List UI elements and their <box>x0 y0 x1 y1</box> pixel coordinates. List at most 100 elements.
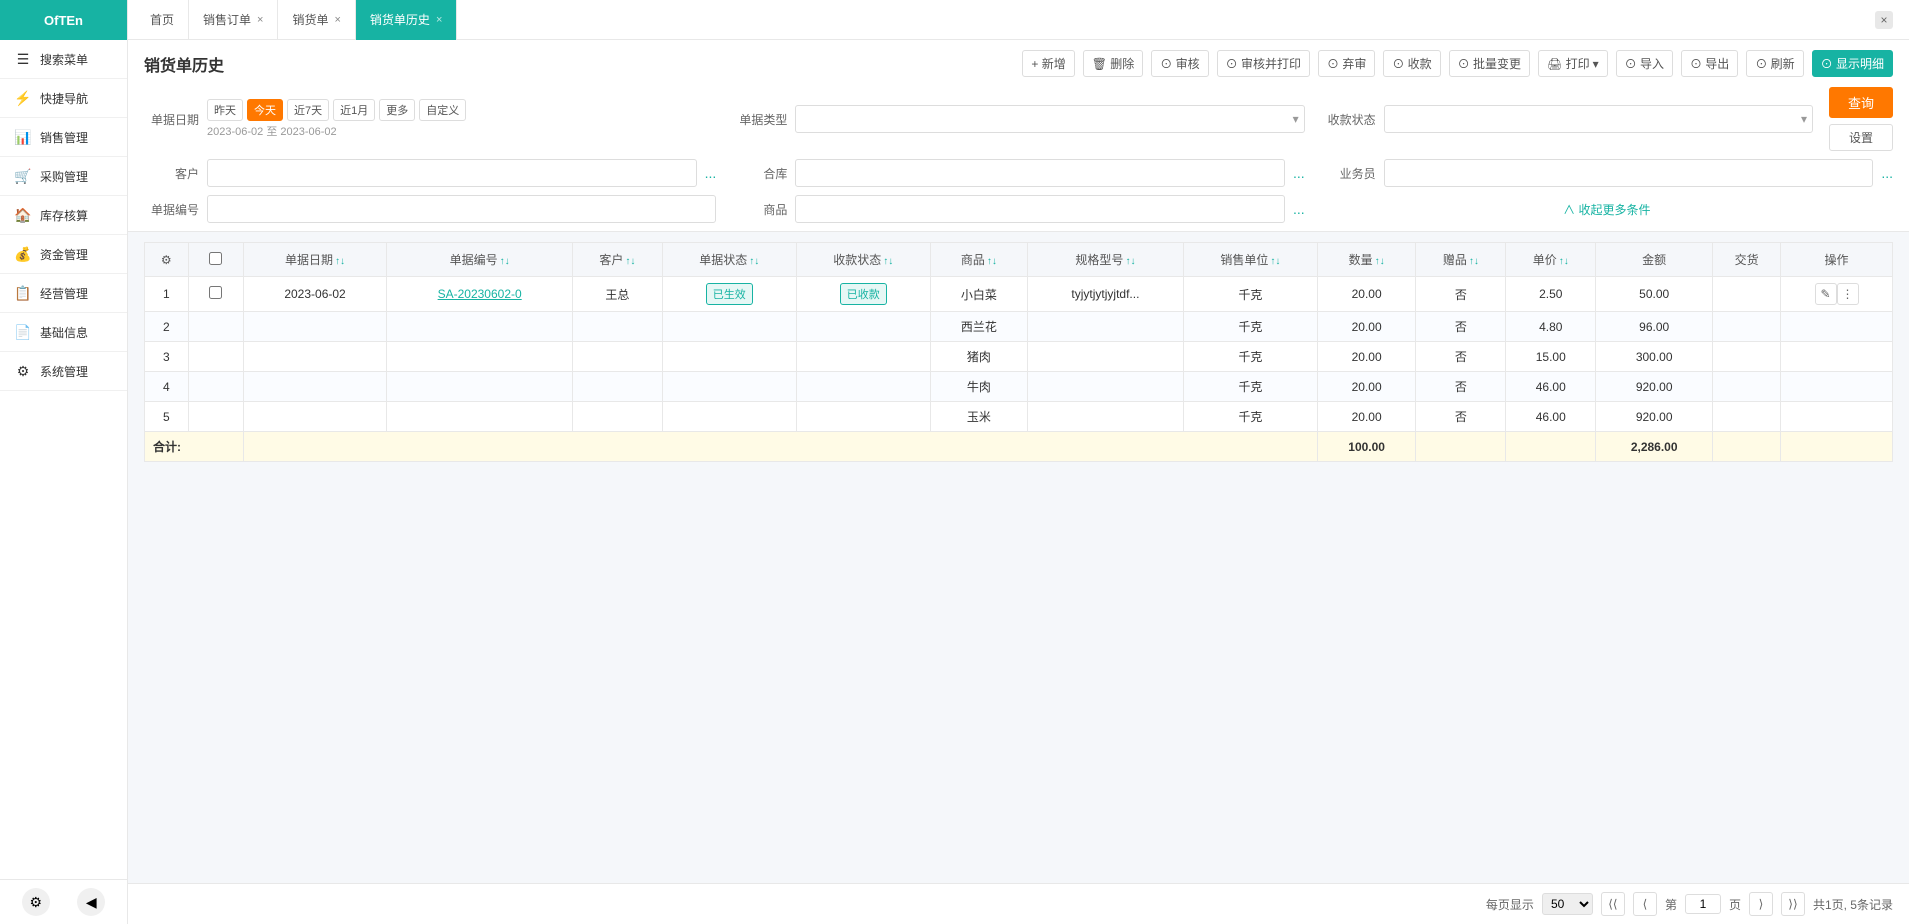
th-goods[interactable]: 商品↑↓ <box>930 243 1027 277</box>
cell-doc-no <box>387 342 572 372</box>
select-all-checkbox[interactable] <box>209 252 222 265</box>
tab-sales-goods[interactable]: 销货单 × <box>278 0 355 40</box>
doctype-select[interactable] <box>795 105 1304 133</box>
sidebar-item-ops-mgmt[interactable]: 📋 经营管理 <box>0 274 127 313</box>
salesperson-filter-label: 业务员 <box>1321 165 1376 182</box>
goods-dots-btn[interactable]: ... <box>1293 201 1305 217</box>
th-gift[interactable]: 赠品↑↓ <box>1416 243 1506 277</box>
th-unit-price[interactable]: 单价↑↓ <box>1506 243 1596 277</box>
cell-transaction <box>1713 342 1781 372</box>
sidebar-item-inventory[interactable]: 🏠 库存核算 <box>0 196 127 235</box>
sidebar-settings-btn[interactable]: ⚙ <box>22 888 50 916</box>
th-doc-status[interactable]: 单据状态↑↓ <box>662 243 796 277</box>
warehouse-input[interactable] <box>795 159 1285 187</box>
page-number-input[interactable] <box>1685 894 1721 914</box>
export-button[interactable]: ⊙ 导出 <box>1681 50 1738 77</box>
cell-action <box>1781 402 1893 432</box>
row-checkbox[interactable] <box>209 286 222 299</box>
warehouse-dots-btn[interactable]: ... <box>1293 165 1305 181</box>
th-spec[interactable]: 规格型号↑↓ <box>1027 243 1183 277</box>
query-button[interactable]: 查询 <box>1829 87 1893 118</box>
cell-unit-price: 46.00 <box>1506 402 1596 432</box>
th-qty[interactable]: 数量↑↓ <box>1317 243 1416 277</box>
salesperson-dots-btn[interactable]: ... <box>1881 165 1893 181</box>
add-button[interactable]: + 新增 <box>1022 50 1074 77</box>
sidebar-item-quick-nav[interactable]: ⚡ 快捷导航 <box>0 79 127 118</box>
tab-sales-order-close[interactable]: × <box>257 14 263 26</box>
doc-no-link[interactable]: SA-20230602-0 <box>438 287 522 301</box>
sidebar-item-sales-mgmt[interactable]: 📊 销售管理 <box>0 118 127 157</box>
date-today-btn[interactable]: 今天 <box>247 99 283 121</box>
topbar-close-btn[interactable]: × <box>1875 11 1893 29</box>
cell-action: ✎⋮ <box>1781 277 1893 312</box>
show-detail-button[interactable]: ⊙ 显示明细 <box>1812 50 1893 77</box>
sidebar-item-basic-info[interactable]: 📄 基础信息 <box>0 313 127 352</box>
date-filter-controls: 昨天 今天 近7天 近1月 更多 自定义 2023-06-02 至 2023-0… <box>207 99 716 139</box>
basic-info-icon: 📄 <box>14 323 32 341</box>
page-next-btn[interactable]: ⟩ <box>1749 892 1773 916</box>
tab-sales-order[interactable]: 销售订单 × <box>189 0 278 40</box>
date-last7-btn[interactable]: 近7天 <box>287 99 329 121</box>
warehouse-filter-label: 合库 <box>732 165 787 182</box>
cell-checkbox[interactable] <box>188 402 243 432</box>
abandon-button[interactable]: ⊙ 弃审 <box>1318 50 1375 77</box>
page-last-btn[interactable]: ⟩⟩ <box>1781 892 1805 916</box>
cell-collect-status: 已收款 <box>796 277 930 312</box>
date-custom-btn[interactable]: 自定义 <box>419 99 466 121</box>
cell-gift: 否 <box>1416 342 1506 372</box>
print-button[interactable]: 🖨 打印 ▾ <box>1538 50 1608 77</box>
delete-button[interactable]: 🗑 删除 <box>1083 50 1144 77</box>
docno-input[interactable] <box>207 195 716 223</box>
import-button[interactable]: ⊙ 导入 <box>1616 50 1673 77</box>
sys-mgmt-icon: ⚙ <box>14 362 32 380</box>
sidebar-item-label: 系统管理 <box>40 363 88 380</box>
th-doc-status-label: 单据状态 <box>699 253 747 267</box>
page-prev-btn[interactable]: ⟨ <box>1633 892 1657 916</box>
sidebar-item-sys-mgmt[interactable]: ⚙ 系统管理 <box>0 352 127 391</box>
edit-btn[interactable]: ✎ <box>1815 283 1837 305</box>
set-button[interactable]: 设置 <box>1829 124 1893 151</box>
audit-print-button[interactable]: ⊙ 审核并打印 <box>1217 50 1310 77</box>
page-first-btn[interactable]: ⟨⟨ <box>1601 892 1625 916</box>
collectstatus-select[interactable] <box>1384 105 1813 133</box>
sidebar-collapse-btn[interactable]: ◀ <box>77 888 105 916</box>
sidebar-item-search-menu[interactable]: ☰ 搜索菜单 <box>0 40 127 79</box>
tab-sales-history[interactable]: 销货单历史 × <box>356 0 457 40</box>
per-page-select[interactable]: 50 10 20 100 <box>1542 893 1593 915</box>
th-collect-status[interactable]: 收款状态↑↓ <box>796 243 930 277</box>
cell-checkbox[interactable] <box>188 342 243 372</box>
cell-doc-no <box>387 312 572 342</box>
th-doc-date[interactable]: 单据日期↑↓ <box>243 243 387 277</box>
th-goods-label: 商品 <box>961 253 985 267</box>
collapse-filter-btn[interactable]: ∧ 收起更多条件 <box>1551 197 1662 222</box>
date-filter-label: 单据日期 <box>144 111 199 128</box>
date-more-btn[interactable]: 更多 <box>379 99 415 121</box>
customer-input[interactable] <box>207 159 697 187</box>
tab-sales-history-close[interactable]: × <box>436 14 442 26</box>
th-sales-unit[interactable]: 销售单位↑↓ <box>1183 243 1317 277</box>
batch-change-button[interactable]: ⊙ 批量变更 <box>1449 50 1530 77</box>
th-doc-no[interactable]: 单据编号↑↓ <box>387 243 572 277</box>
cell-doc-no: SA-20230602-0 <box>387 277 572 312</box>
customer-dots-btn[interactable]: ... <box>705 165 717 181</box>
date-last1month-btn[interactable]: 近1月 <box>333 99 375 121</box>
salesperson-input[interactable] <box>1384 159 1874 187</box>
tab-sales-goods-close[interactable]: × <box>334 14 340 26</box>
cell-checkbox[interactable] <box>188 277 243 312</box>
cell-customer <box>572 372 662 402</box>
more-action-btn[interactable]: ⋮ <box>1837 283 1859 305</box>
goods-input[interactable] <box>795 195 1285 223</box>
filter-doctype-row: 单据类型 ▾ <box>732 87 1304 151</box>
audit-button[interactable]: ⊙ 审核 <box>1151 50 1208 77</box>
sidebar-item-purchase-mgmt[interactable]: 🛒 采购管理 <box>0 157 127 196</box>
tab-home[interactable]: 首页 <box>136 0 189 40</box>
th-setting[interactable]: ⚙ <box>145 243 189 277</box>
refresh-button[interactable]: ⊙ 刷新 <box>1746 50 1803 77</box>
cell-checkbox[interactable] <box>188 372 243 402</box>
sidebar-item-finance-mgmt[interactable]: 💰 资金管理 <box>0 235 127 274</box>
cell-checkbox[interactable] <box>188 312 243 342</box>
th-customer[interactable]: 客户↑↓ <box>572 243 662 277</box>
date-yesterday-btn[interactable]: 昨天 <box>207 99 243 121</box>
collect-button[interactable]: ⊙ 收款 <box>1383 50 1440 77</box>
cell-collect-status <box>796 342 930 372</box>
